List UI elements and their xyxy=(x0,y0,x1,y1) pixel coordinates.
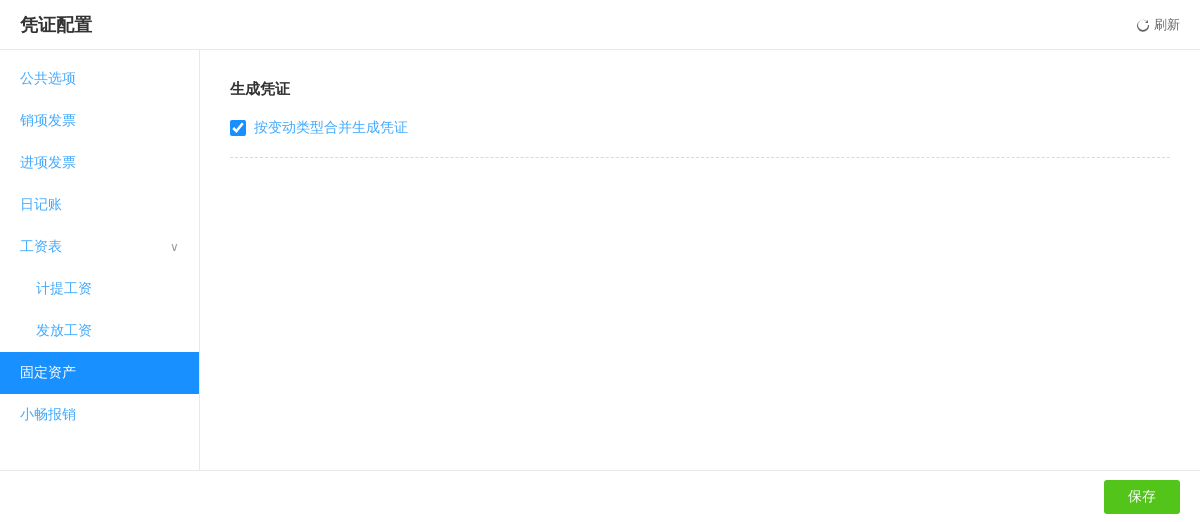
checkbox-label[interactable]: 按变动类型合并生成凭证 xyxy=(254,119,408,137)
chevron-down-icon: ∨ xyxy=(170,240,179,254)
refresh-label: 刷新 xyxy=(1154,16,1180,34)
sidebar-item-label: 工资表 xyxy=(20,238,62,256)
page-header: 凭证配置 刷新 xyxy=(0,0,1200,50)
sidebar-item-payroll-distribute[interactable]: 发放工资 xyxy=(0,310,199,352)
sidebar-item-fixed-assets[interactable]: 固定资产 xyxy=(0,352,199,394)
sidebar-item-label: 小畅报销 xyxy=(20,406,76,424)
sidebar-item-expense-claim[interactable]: 小畅报销 xyxy=(0,394,199,436)
footer: 保存 xyxy=(0,470,1200,522)
sidebar-item-label: 进项发票 xyxy=(20,154,76,172)
main-content: 公共选项销项发票进项发票日记账工资表 ∨ 计提工资发放工资固定资产小畅报销 生成凭证… xyxy=(0,50,1200,470)
page-container: 凭证配置 刷新 公共选项销项发票进项发票日记账工资表 ∨ 计提工资发放工资固定资产小… xyxy=(0,0,1200,522)
merge-voucher-checkbox[interactable] xyxy=(230,120,246,136)
refresh-icon xyxy=(1136,18,1150,32)
sidebar-item-payroll-provision[interactable]: 计提工资 xyxy=(0,268,199,310)
sidebar-item-journal[interactable]: 日记账 xyxy=(0,184,199,226)
sidebar-item-label: 日记账 xyxy=(20,196,62,214)
refresh-button[interactable]: 刷新 xyxy=(1136,16,1180,34)
sidebar-item-purchase-invoice[interactable]: 进项发票 xyxy=(0,142,199,184)
checkbox-row: 按变动类型合并生成凭证 xyxy=(230,119,1170,137)
sidebar-item-label: 销项发票 xyxy=(20,112,76,130)
sidebar-item-sales-invoice[interactable]: 销项发票 xyxy=(0,100,199,142)
save-button[interactable]: 保存 xyxy=(1104,480,1180,514)
section-title: 生成凭证 xyxy=(230,80,1170,99)
sidebar-item-payroll-table[interactable]: 工资表 ∨ xyxy=(0,226,199,268)
content-area: 生成凭证 按变动类型合并生成凭证 xyxy=(200,50,1200,470)
sidebar-item-label: 固定资产 xyxy=(20,364,76,382)
sidebar-item-label: 公共选项 xyxy=(20,70,76,88)
sidebar-item-label: 发放工资 xyxy=(36,322,92,340)
sidebar: 公共选项销项发票进项发票日记账工资表 ∨ 计提工资发放工资固定资产小畅报销 xyxy=(0,50,200,470)
sidebar-item-public-options[interactable]: 公共选项 xyxy=(0,58,199,100)
section-divider xyxy=(230,157,1170,158)
page-title: 凭证配置 xyxy=(20,13,92,37)
sidebar-item-label: 计提工资 xyxy=(36,280,92,298)
